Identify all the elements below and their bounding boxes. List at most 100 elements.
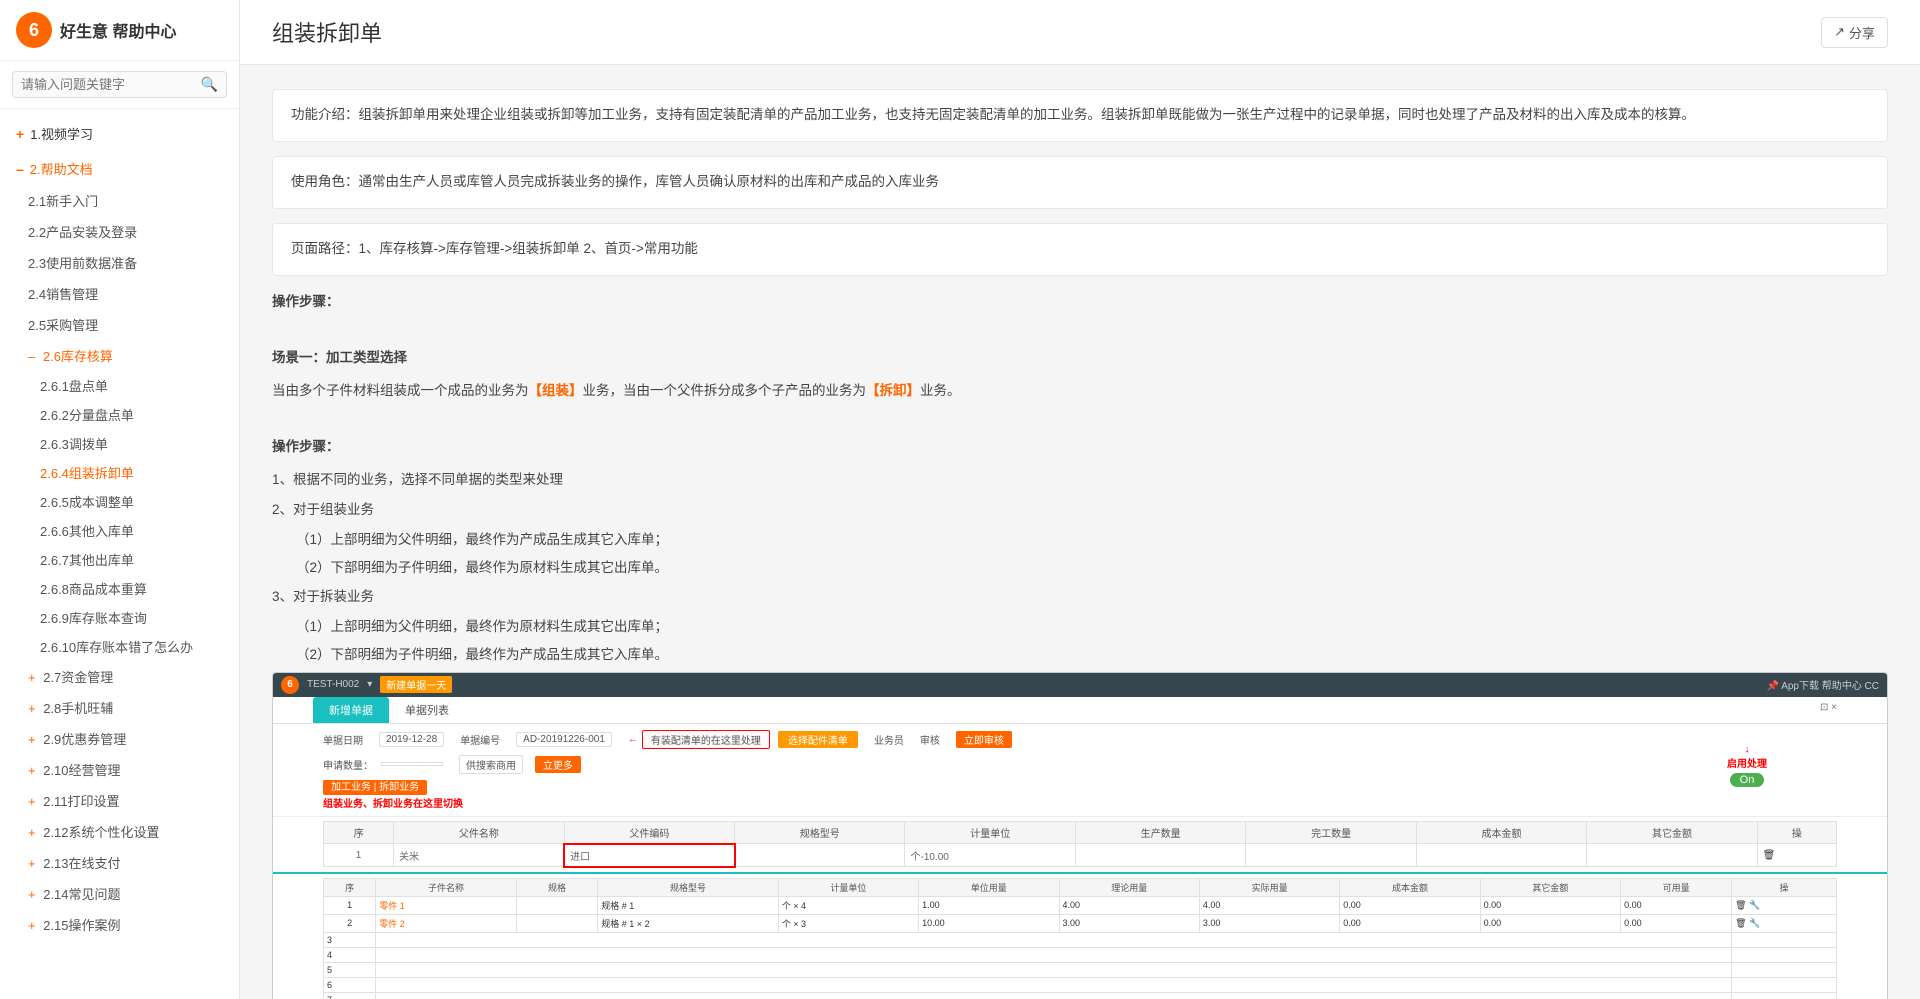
ss-date-input[interactable]: 2019-12-28 bbox=[379, 732, 444, 747]
ss-tabs-row: 新增单据 单据列表 ⊡ × bbox=[273, 697, 1887, 724]
ss-new-btn: 新建单据一天 bbox=[380, 676, 452, 693]
path-intro-text: 页面路径：1、库存核算->库存管理->组装拆卸单 2、首页->常用功能 bbox=[291, 241, 698, 256]
sidebar: 6 好生意 帮助中心 🔍 + 1.视频学习 – 2.帮助文档 2.1新手入门 2… bbox=[0, 0, 240, 999]
step-3-1: （1）上部明细为父件明细，最终作为原材料生成其它出库单； bbox=[272, 615, 1888, 639]
col-parent-name: 父件名称 bbox=[394, 821, 564, 844]
ss-no-label: 单据编号 bbox=[460, 732, 500, 747]
content-body: 操作步骤： 场景一：加工类型选择 当由多个子件材料组装成一个成品的业务为【组装】… bbox=[272, 290, 1888, 668]
sidebar-item-2-13[interactable]: + 2.13在线支付 bbox=[0, 847, 239, 878]
sidebar-item-2-15[interactable]: + 2.15操作案例 bbox=[0, 909, 239, 940]
main-content: 功能介绍：组装拆卸单用来处理企业组装或拆卸等加工业务，支持有固定装配清单的产品加… bbox=[240, 65, 1920, 999]
sidebar-item-2-6-8[interactable]: 2.6.8商品成本重算 bbox=[0, 574, 239, 603]
share-icon: ↗ bbox=[1834, 24, 1845, 40]
sidebar-item-2-1[interactable]: 2.1新手入门 bbox=[0, 185, 239, 216]
ss-save-btn[interactable]: 立即审核 bbox=[956, 731, 1012, 748]
role-intro-text: 使用角色：通常由生产人员或库管人员完成拆装业务的操作，库管人员确认原材料的出库和… bbox=[291, 174, 939, 189]
logo-area: 6 好生意 帮助中心 bbox=[0, 0, 239, 61]
path-intro-box: 页面路径：1、库存核算->库存管理->组装拆卸单 2、首页->常用功能 bbox=[272, 223, 1888, 276]
sidebar-item-2-6-6[interactable]: 2.6.6其他入库单 bbox=[0, 516, 239, 545]
sidebar-item-2-6-5[interactable]: 2.6.5成本调整单 bbox=[0, 487, 239, 516]
sidebar-item-2-14[interactable]: + 2.14常见问题 bbox=[0, 878, 239, 909]
nav-group-2: – 2.帮助文档 2.1新手入门 2.2产品安装及登录 2.3使用前数据准备 2… bbox=[0, 152, 239, 940]
ss-no-input[interactable]: AD-20191226-001 bbox=[516, 732, 612, 747]
step-3-2: （2）下部明细为子件明细，最终作为产成品生成其它入库单。 bbox=[272, 643, 1888, 667]
sidebar-item-2-11[interactable]: + 2.11打印设置 bbox=[0, 785, 239, 816]
sidebar-item-2-10[interactable]: + 2.10经营管理 bbox=[0, 754, 239, 785]
sidebar-item-2-6-1[interactable]: 2.6.1盘点单 bbox=[0, 371, 239, 400]
sidebar-item-2-6-7[interactable]: 2.6.7其他出库单 bbox=[0, 545, 239, 574]
ss-form-header: 单据日期 2019-12-28 单据编号 AD-20191226-001 ← 有… bbox=[273, 724, 1887, 817]
ss-apply-btn[interactable]: 立更多 bbox=[535, 756, 581, 773]
ss-upper-table: 序 父件名称 父件编码 规格型号 计量单位 生产数量 完工数量 成本金额 其它金… bbox=[323, 821, 1837, 868]
operation-title: 操作步骤： bbox=[272, 290, 1888, 314]
ss-date-label: 单据日期 bbox=[323, 732, 363, 747]
annotation-arrow-1: ← bbox=[628, 734, 638, 745]
logo-text: 好生意 帮助中心 bbox=[60, 18, 176, 42]
step-1: 1、根据不同的业务，选择不同单据的类型来处理 bbox=[272, 468, 1888, 492]
role-intro-box: 使用角色：通常由生产人员或库管人员完成拆装业务的操作，库管人员确认原材料的出库和… bbox=[272, 156, 1888, 209]
annotation-text-3: 启用处理 bbox=[1727, 755, 1767, 770]
sidebar-item-2[interactable]: – 2.帮助文档 bbox=[0, 152, 239, 185]
nav-area: + 1.视频学习 – 2.帮助文档 2.1新手入门 2.2产品安装及登录 2.3… bbox=[0, 109, 239, 999]
sidebar-item-2-6-10[interactable]: 2.6.10库存账本错了怎么办 bbox=[0, 632, 239, 661]
sidebar-item-2-8[interactable]: + 2.8手机旺辅 bbox=[0, 692, 239, 723]
annotation-text-2: 组装业务、拆卸业务在这里切换 bbox=[323, 795, 1837, 810]
ss-lower-table: 序 子件名称 规格 规格型号 计量单位 单位用量 理论用量 实际用量 成本金额 … bbox=[323, 878, 1837, 999]
sidebar-item-2-2[interactable]: 2.2产品安装及登录 bbox=[0, 216, 239, 247]
ss-upper-table-area: 序 父件名称 父件编码 规格型号 计量单位 生产数量 完工数量 成本金额 其它金… bbox=[273, 817, 1887, 872]
ss-tab-list[interactable]: 单据列表 bbox=[389, 697, 465, 723]
search-box: 🔍 bbox=[12, 71, 227, 98]
sidebar-item-2-5[interactable]: 2.5采购管理 bbox=[0, 309, 239, 340]
func-intro-text: 功能介绍：组装拆卸单用来处理企业组装或拆卸等加工业务，支持有固定装配清单的产品加… bbox=[291, 107, 1695, 122]
sub-name-2: 零件 2 bbox=[376, 914, 516, 932]
scenario-desc: 当由多个子件材料组装成一个成品的业务为【组装】业务，当由一个父件拆分成多个子产品… bbox=[272, 379, 1888, 403]
sidebar-item-2-6-3[interactable]: 2.6.3调拨单 bbox=[0, 429, 239, 458]
share-button[interactable]: ↗ 分享 bbox=[1821, 17, 1888, 48]
step-2: 2、对于组装业务 bbox=[272, 498, 1888, 522]
search-icon[interactable]: 🔍 bbox=[201, 76, 218, 93]
sidebar-item-2-6-4[interactable]: 2.6.4组装拆卸单 bbox=[0, 458, 239, 487]
sidebar-item-2-6[interactable]: – 2.6库存核算 bbox=[0, 340, 239, 371]
main-header: 组装拆卸单 ↗ 分享 bbox=[240, 0, 1920, 65]
sidebar-item-1[interactable]: + 1.视频学习 bbox=[0, 117, 239, 150]
ss-window-controls: ⊡ × bbox=[1810, 697, 1847, 723]
ss-nav-text: TEST-H002 bbox=[307, 679, 359, 690]
step-2-1: （1）上部明细为父件明细，最终作为产成品生成其它入库单； bbox=[272, 528, 1888, 552]
steps-title: 操作步骤： bbox=[272, 435, 1888, 459]
page-title: 组装拆卸单 bbox=[272, 16, 382, 48]
step-2-2: （2）下部明细为子件明细，最终作为原材料生成其它出库单。 bbox=[272, 556, 1888, 580]
sidebar-item-2-label: 2.帮助文档 bbox=[30, 159, 93, 178]
sidebar-item-2-7[interactable]: + 2.7资金管理 bbox=[0, 661, 239, 692]
screenshot-container: 6 TEST-H002 ▾ 新建单据一天 📌 App下载 帮助中心 CC 新增单… bbox=[272, 672, 1888, 999]
sidebar-item-2-9[interactable]: + 2.9优惠券管理 bbox=[0, 723, 239, 754]
sidebar-item-2-12[interactable]: + 2.12系统个性化设置 bbox=[0, 816, 239, 847]
main-area: 组装拆卸单 ↗ 分享 功能介绍：组装拆卸单用来处理企业组装或拆卸等加工业务，支持… bbox=[240, 0, 1920, 999]
logo-icon: 6 bbox=[16, 12, 52, 48]
ss-search-input[interactable]: 供搜索商用 bbox=[459, 755, 523, 774]
sidebar-item-2-6-2[interactable]: 2.6.2分量盘点单 bbox=[0, 400, 239, 429]
nav-sub-2: 2.1新手入门 2.2产品安装及登录 2.3使用前数据准备 2.4销售管理 2.… bbox=[0, 185, 239, 940]
status-on-badge[interactable]: On bbox=[1730, 773, 1765, 787]
ss-qty-input[interactable] bbox=[381, 762, 443, 766]
ss-lower-table-area: 序 子件名称 规格 规格型号 计量单位 单位用量 理论用量 实际用量 成本金额 … bbox=[273, 872, 1887, 999]
search-input[interactable] bbox=[21, 77, 201, 92]
sidebar-item-2-3[interactable]: 2.3使用前数据准备 bbox=[0, 247, 239, 278]
ss-type-btn[interactable]: 加工业务 | 拆卸业务 bbox=[323, 780, 427, 795]
annotation-text-1: 有装配清单的在这里处理 bbox=[642, 730, 770, 749]
sub-name-1: 零件 1 bbox=[376, 896, 516, 914]
ss-window-bar: 6 TEST-H002 ▾ 新建单据一天 📌 App下载 帮助中心 CC bbox=[273, 673, 1887, 697]
sidebar-item-2-6-9[interactable]: 2.6.9库存账本查询 bbox=[0, 603, 239, 632]
sidebar-item-2-4[interactable]: 2.4销售管理 bbox=[0, 278, 239, 309]
expand-icon-1: + bbox=[16, 126, 24, 142]
scenario-title: 场景一：加工类型选择 bbox=[272, 346, 1888, 370]
search-area: 🔍 bbox=[0, 61, 239, 109]
ss-tab-new[interactable]: 新增单据 bbox=[313, 697, 389, 723]
step-3: 3、对于拆装业务 bbox=[272, 585, 1888, 609]
share-label: 分享 bbox=[1849, 23, 1875, 42]
parent-code-cell: 进口 bbox=[564, 844, 734, 867]
nav-group-1: + 1.视频学习 bbox=[0, 117, 239, 150]
sidebar-item-1-label: 1.视频学习 bbox=[30, 124, 93, 143]
ss-select-btn[interactable]: 选择配件清单 bbox=[778, 731, 858, 748]
expand-icon-2: – bbox=[16, 161, 24, 177]
func-intro-box: 功能介绍：组装拆卸单用来处理企业组装或拆卸等加工业务，支持有固定装配清单的产品加… bbox=[272, 89, 1888, 142]
